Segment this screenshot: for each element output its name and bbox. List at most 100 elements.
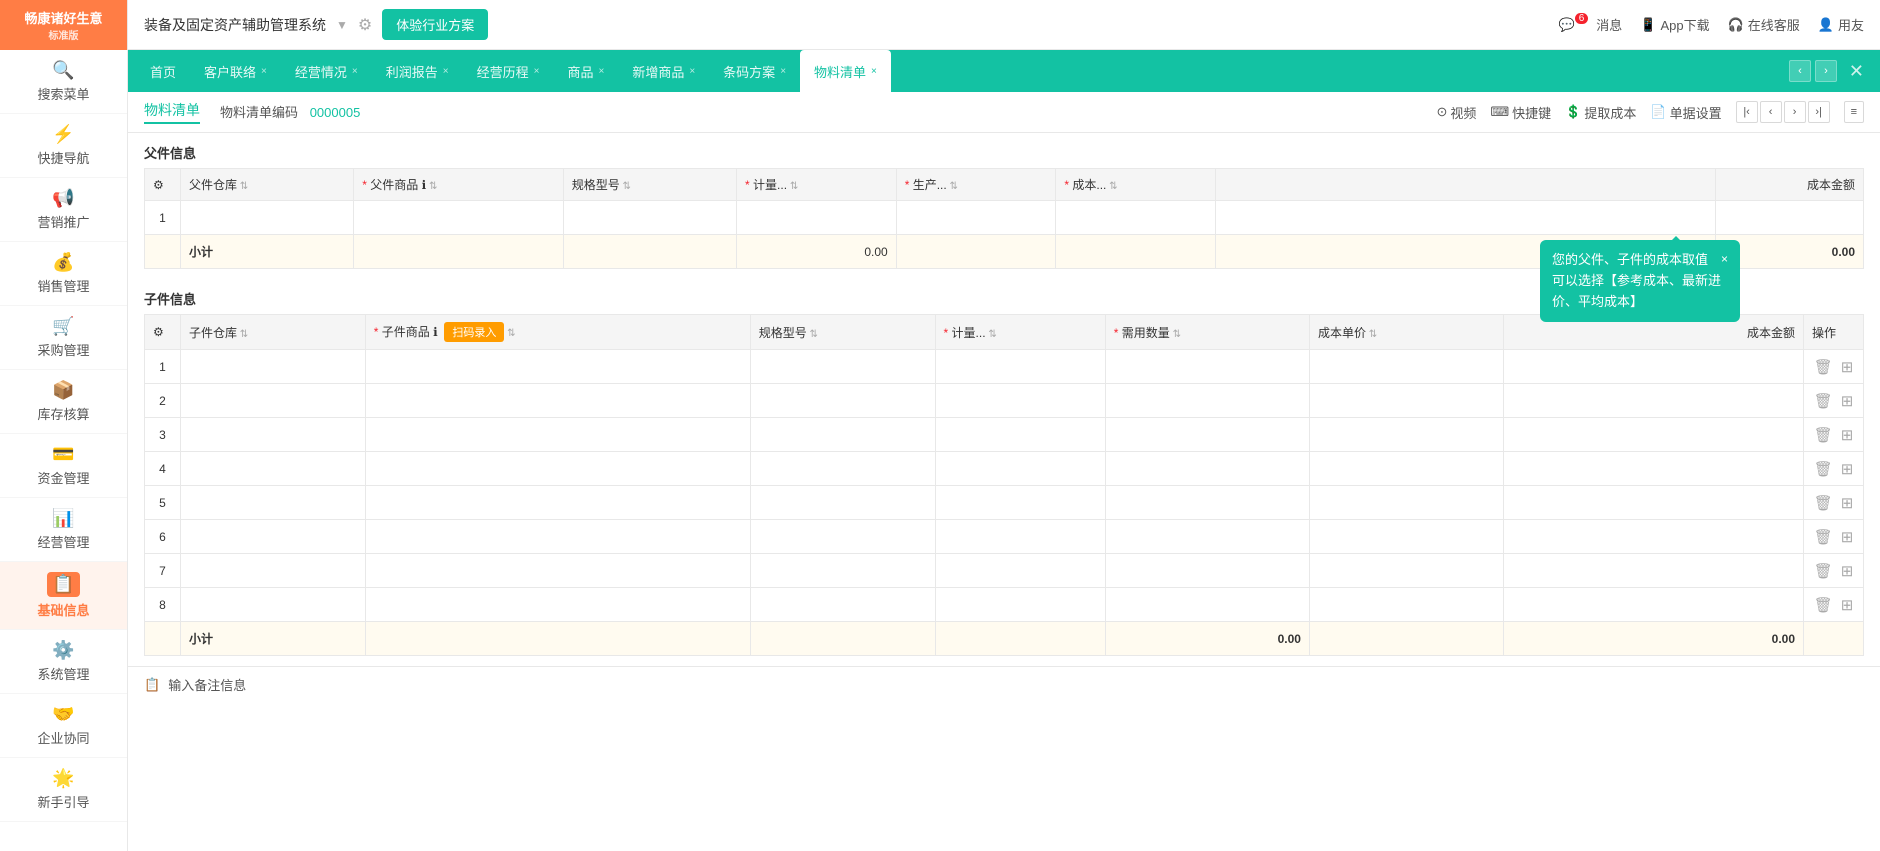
child-row-5-spec[interactable] (750, 486, 935, 520)
tab-bom[interactable]: 物料清单 × (800, 50, 891, 92)
child-row-2-copy-icon[interactable]: ⊞ (1841, 392, 1854, 410)
action-cost[interactable]: 💲 提取成本 (1565, 103, 1636, 122)
child-row-6-unit[interactable] (935, 520, 1105, 554)
child-row-5-delete-icon[interactable]: 🗑 (1814, 494, 1833, 512)
child-row-7-delete-icon[interactable]: 🗑 (1814, 562, 1833, 580)
tab-profit-close[interactable]: × (443, 66, 449, 77)
parent-row-1-unit[interactable] (737, 201, 897, 235)
trial-button[interactable]: 体验行业方案 (382, 9, 488, 40)
child-row-1-unit-cost[interactable] (1309, 350, 1503, 384)
child-row-8-product[interactable] (365, 588, 750, 622)
child-row-6-warehouse[interactable] (181, 520, 366, 554)
tab-history-close[interactable]: × (534, 66, 540, 77)
child-row-3-delete-icon[interactable]: 🗑 (1814, 426, 1833, 444)
child-row-3-warehouse[interactable] (181, 418, 366, 452)
child-row-5-warehouse[interactable] (181, 486, 366, 520)
tab-operations[interactable]: 经营情况 × (281, 50, 372, 92)
tab-profit[interactable]: 利润报告 × (372, 50, 463, 92)
list-view-btn[interactable]: ≡ (1844, 101, 1864, 123)
child-row-5-product[interactable] (365, 486, 750, 520)
child-row-2-unit[interactable] (935, 384, 1105, 418)
dropdown-arrow-icon[interactable]: ▼ (336, 18, 348, 32)
child-row-2-spec[interactable] (750, 384, 935, 418)
tab-customer[interactable]: 客户联络 × (190, 50, 281, 92)
tab-barcode[interactable]: 条码方案 × (709, 50, 800, 92)
parent-row-1-cost[interactable] (1056, 201, 1216, 235)
tab-history[interactable]: 经营历程 × (463, 50, 554, 92)
child-row-6-spec[interactable] (750, 520, 935, 554)
child-row-3-unit-cost[interactable] (1309, 418, 1503, 452)
child-row-3-unit[interactable] (935, 418, 1105, 452)
child-row-4-unit-cost[interactable] (1309, 452, 1503, 486)
app-download-item[interactable]: 📱 App下载 (1640, 15, 1709, 34)
child-row-4-delete-icon[interactable]: 🗑 (1814, 460, 1833, 478)
child-row-2-warehouse[interactable] (181, 384, 366, 418)
sidebar-item-inventory[interactable]: 📦 库存核算 (0, 370, 127, 434)
child-row-4-copy-icon[interactable]: ⊞ (1841, 460, 1854, 478)
child-row-1-unit[interactable] (935, 350, 1105, 384)
tab-new-product-close[interactable]: × (689, 66, 695, 77)
child-row-8-warehouse[interactable] (181, 588, 366, 622)
child-row-8-unit-cost[interactable] (1309, 588, 1503, 622)
action-view[interactable]: ⊙ 视频 (1436, 103, 1476, 122)
sidebar-item-basic[interactable]: 📋 基础信息 (0, 562, 127, 630)
child-row-3-product[interactable] (365, 418, 750, 452)
child-row-1-copy-icon[interactable]: ⊞ (1841, 358, 1854, 376)
tab-close-all-btn[interactable]: ✕ (1841, 61, 1872, 82)
action-shortcut[interactable]: ⌨ 快捷键 (1490, 103, 1551, 122)
first-record-btn[interactable]: |‹ (1736, 101, 1758, 123)
prev-record-btn[interactable]: ‹ (1760, 101, 1782, 123)
next-record-btn[interactable]: › (1784, 101, 1806, 123)
child-row-3-spec[interactable] (750, 418, 935, 452)
parent-row-1-produce[interactable] (896, 201, 1056, 235)
child-row-4-warehouse[interactable] (181, 452, 366, 486)
sidebar-item-search[interactable]: 🔍 搜索菜单 (0, 50, 127, 114)
tab-product[interactable]: 商品 × (553, 50, 618, 92)
tab-operations-close[interactable]: × (352, 66, 358, 77)
sidebar-item-finance[interactable]: 💳 资金管理 (0, 434, 127, 498)
tab-customer-close[interactable]: × (261, 66, 267, 77)
tab-prev-btn[interactable]: ‹ (1789, 60, 1811, 82)
child-row-6-product[interactable] (365, 520, 750, 554)
child-row-6-qty[interactable] (1105, 520, 1309, 554)
child-row-8-unit[interactable] (935, 588, 1105, 622)
user-item[interactable]: 👤 用友 (1818, 15, 1864, 34)
sidebar-item-marketing[interactable]: 📢 营销推广 (0, 178, 127, 242)
child-row-5-unit[interactable] (935, 486, 1105, 520)
child-row-7-product[interactable] (365, 554, 750, 588)
gear-icon[interactable]: ⚙ (358, 15, 372, 35)
child-row-8-copy-icon[interactable]: ⊞ (1841, 596, 1854, 614)
child-row-8-qty[interactable] (1105, 588, 1309, 622)
last-record-btn[interactable]: ›| (1808, 101, 1830, 123)
child-row-3-qty[interactable] (1105, 418, 1309, 452)
sidebar-item-enterprise[interactable]: 🤝 企业协同 (0, 694, 127, 758)
child-row-2-delete-icon[interactable]: 🗑 (1814, 392, 1833, 410)
child-row-1-spec[interactable] (750, 350, 935, 384)
child-row-8-spec[interactable] (750, 588, 935, 622)
child-row-8-delete-icon[interactable]: 🗑 (1814, 596, 1833, 614)
child-row-1-product[interactable] (365, 350, 750, 384)
child-row-7-spec[interactable] (750, 554, 935, 588)
child-th-gear[interactable]: ⚙ (145, 315, 181, 350)
bottom-bar[interactable]: 📋 输入备注信息 (128, 666, 1880, 702)
sidebar-item-sales[interactable]: 💰 销售管理 (0, 242, 127, 306)
child-row-4-qty[interactable] (1105, 452, 1309, 486)
tooltip-close-btn[interactable]: × (1721, 250, 1728, 269)
tab-new-product[interactable]: 新增商品 × (618, 50, 709, 92)
sidebar-item-quicknav[interactable]: ⚡ 快捷导航 (0, 114, 127, 178)
scan-button[interactable]: 扫码录入 (444, 322, 504, 342)
child-row-4-unit[interactable] (935, 452, 1105, 486)
tab-product-close[interactable]: × (598, 66, 604, 77)
note-label[interactable]: 输入备注信息 (168, 675, 246, 694)
parent-row-1-spec[interactable] (563, 201, 736, 235)
child-row-6-unit-cost[interactable] (1309, 520, 1503, 554)
parent-row-1-product[interactable] (354, 201, 563, 235)
child-row-7-warehouse[interactable] (181, 554, 366, 588)
child-row-5-qty[interactable] (1105, 486, 1309, 520)
child-row-7-unit[interactable] (935, 554, 1105, 588)
child-row-4-product[interactable] (365, 452, 750, 486)
child-row-7-copy-icon[interactable]: ⊞ (1841, 562, 1854, 580)
child-row-4-spec[interactable] (750, 452, 935, 486)
child-row-5-unit-cost[interactable] (1309, 486, 1503, 520)
sidebar-item-operations[interactable]: 📊 经营管理 (0, 498, 127, 562)
